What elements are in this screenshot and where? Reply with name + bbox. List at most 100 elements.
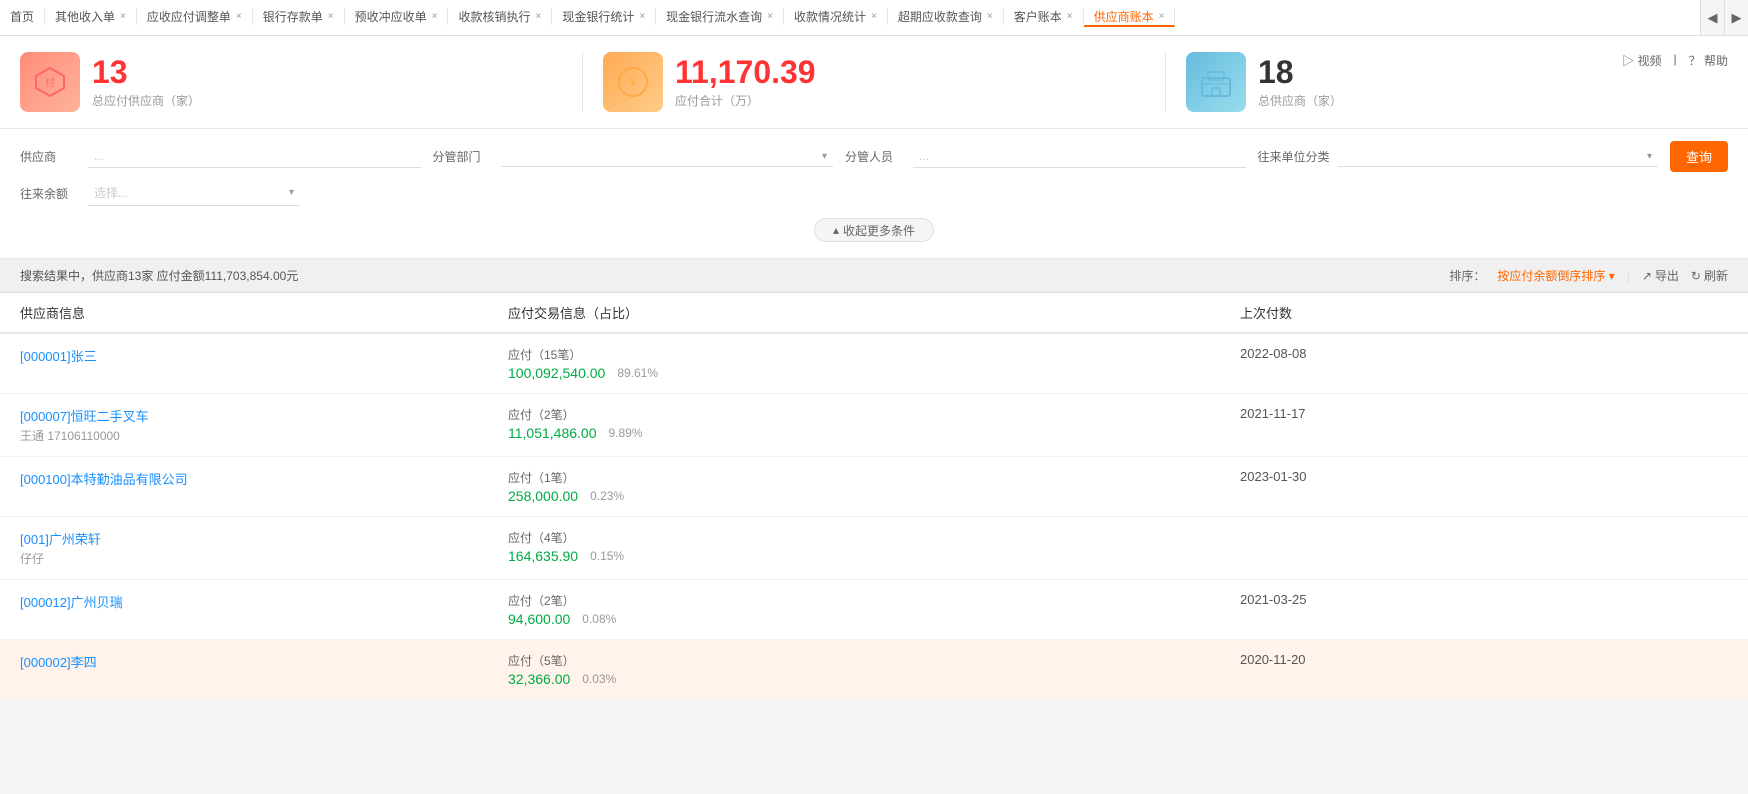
supplier-cell-0: [000001]张三 [20, 346, 508, 365]
tx-pct-0: 89.61% [617, 366, 658, 380]
nav-close-7[interactable]: × [767, 11, 773, 22]
last-payment-4: 2021-03-25 [1240, 592, 1728, 607]
nav-close-5[interactable]: × [535, 11, 541, 22]
table-header: 供应商信息 应付交易信息（占比） 上次付数 [0, 293, 1748, 334]
video-link[interactable]: ▷ 视频 [1622, 52, 1661, 69]
tx-row-5: 32,366.000.03% [508, 671, 1240, 687]
supplier-link-0[interactable]: [000001]张三 [20, 349, 97, 364]
supplier-link-4[interactable]: [000012]广州贝瑞 [20, 595, 123, 610]
nav-close-11[interactable]: × [1159, 11, 1165, 22]
supplier-link-1[interactable]: [000007]恒旺二手叉车 [20, 409, 149, 424]
nav-close-10[interactable]: × [1067, 11, 1073, 22]
nav-item-9[interactable]: 超期应收款查询× [888, 8, 1004, 25]
tx-pct-2: 0.23% [590, 489, 624, 503]
person-filter: 分管人员 [845, 145, 1246, 168]
category-dropdown[interactable]: ▾ [1338, 147, 1658, 167]
table-row: [000007]恒旺二手叉车王通 17106110000应付（2笔） 11,051… [0, 394, 1748, 457]
nav-close-1[interactable]: × [120, 11, 126, 22]
svg-text:付: 付 [45, 76, 55, 89]
tx-pct-1: 9.89% [609, 426, 643, 440]
payable-count: 13 [92, 56, 200, 88]
tx-row-1: 11,051,486.00 9.89% [508, 425, 1240, 441]
supplier-link-5[interactable]: [000002]李四 [20, 655, 97, 670]
balance-dropdown[interactable]: 选择... ▾ [88, 180, 300, 206]
supplier-cell-2: [000100]本特勤油品有限公司 [20, 469, 508, 488]
tx-amount-5[interactable]: 32,366.00 [508, 671, 570, 687]
nav-item-4[interactable]: 预收冲应收单× [345, 8, 449, 25]
query-button[interactable]: 查询 [1670, 141, 1728, 172]
dept-dropdown[interactable]: ▾ [501, 147, 834, 167]
tx-pct-4: 0.08% [582, 612, 616, 626]
tx-label-1: 应付（2笔） [508, 406, 1240, 423]
balance-placeholder: 选择... [94, 184, 289, 201]
category-arrow-icon: ▾ [1647, 151, 1652, 162]
dept-filter: 分管部门 ▾ [433, 147, 834, 167]
supplier-link-3[interactable]: [001]广州荣轩 [20, 532, 101, 547]
nav-close-2[interactable]: × [236, 11, 242, 22]
nav-item-2[interactable]: 应收应付调整单× [137, 8, 253, 25]
nav-item-11[interactable]: 供应商账本× [1084, 8, 1176, 27]
nav-item-7[interactable]: 现金银行流水查询× [656, 8, 784, 25]
nav-close-6[interactable]: × [639, 11, 645, 22]
dept-label: 分管部门 [433, 148, 493, 165]
nav-close-3[interactable]: × [328, 11, 334, 22]
collapse-button[interactable]: ▴ 收起更多条件 [814, 218, 934, 242]
table-row: [000001]张三应付（15笔）100,092,540.0089.61%202… [0, 334, 1748, 394]
nav-close-9[interactable]: × [987, 11, 993, 22]
table-row: [000100]本特勤油品有限公司应付（1笔）258,000.000.23%20… [0, 457, 1748, 517]
export-button[interactable]: ↗ 导出 [1642, 267, 1679, 284]
col-transaction-info: 应付交易信息（占比） [508, 303, 1240, 322]
nav-item-5[interactable]: 收款核销执行× [448, 8, 552, 25]
filter-area: 供应商 分管部门 ▾ 分管人员 往来单位分类 ▾ [0, 129, 1748, 259]
supplier-count: 18 [1258, 56, 1342, 88]
help-area: ▷ 视频 | ？ 帮助 [1622, 52, 1728, 69]
nav-close-8[interactable]: × [871, 11, 877, 22]
tx-cell-5: 应付（5笔）32,366.000.03% [508, 652, 1240, 687]
supplier-contact-1: 王通 17106110000 [20, 427, 508, 444]
help-link[interactable]: ？ 帮助 [1689, 52, 1728, 69]
payable-amount-summary: ¥ 11,170.39 应付合计（万） [603, 52, 1145, 112]
col-last-payment: 上次付数 [1240, 303, 1728, 322]
person-input[interactable] [913, 145, 1246, 168]
svg-text:¥: ¥ [629, 75, 637, 89]
nav-item-3[interactable]: 银行存款单× [253, 8, 345, 25]
nav-close-4[interactable]: × [432, 11, 438, 22]
payable-amount: 11,170.39 [675, 56, 816, 88]
nav-item-10[interactable]: 客户账本× [1004, 8, 1084, 25]
tx-row-0: 100,092,540.00 89.61% [508, 365, 1240, 381]
nav-item-8[interactable]: 收款情况统计× [784, 8, 888, 25]
refresh-button[interactable]: ↻ 刷新 [1691, 267, 1728, 284]
supplier-contact-3: 仔仔 [20, 550, 508, 567]
tx-amount-2[interactable]: 258,000.00 [508, 488, 578, 504]
sort-value[interactable]: 按应付余额倒序排序 ▾ [1497, 267, 1614, 284]
payable-amount-info: 11,170.39 应付合计（万） [675, 56, 816, 109]
summary-bar: 付 13 总应付供应商（家） ¥ 11,170.39 应付合计（万） [0, 36, 1748, 129]
nav-prev-arrow[interactable]: ◀ [1700, 0, 1724, 36]
app-container: 首页其他收入单×应收应付调整单×银行存款单×预收冲应收单×收款核销执行×现金银行… [0, 0, 1748, 700]
filter-row-2: 往来余额 选择... ▾ [20, 180, 1728, 206]
sep: | [1674, 52, 1677, 69]
nav-next-arrow[interactable]: ▶ [1724, 0, 1748, 36]
collapse-label: 收起更多条件 [843, 222, 915, 239]
payable-suppliers-info: 13 总应付供应商（家） [92, 56, 200, 109]
tx-amount-1[interactable]: 11,051,486.00 [508, 425, 597, 441]
tx-pct-3: 0.15% [590, 549, 624, 563]
supplier-link-2[interactable]: [000100]本特勤油品有限公司 [20, 472, 188, 487]
supplier-input[interactable] [88, 145, 421, 168]
table-row: [000002]李四 应付（5笔）32,366.000.03%2020-11-20 [0, 640, 1748, 700]
supplier-icon [1186, 52, 1246, 112]
nav-item-6[interactable]: 现金银行统计× [552, 8, 656, 25]
tx-cell-2: 应付（1笔）258,000.000.23% [508, 469, 1240, 504]
nav-item-0[interactable]: 首页 [0, 8, 45, 25]
divider-actions: | [1627, 269, 1630, 283]
payable-icon: 付 [20, 52, 80, 112]
supplier-filter: 供应商 [20, 145, 421, 168]
payable-amount-label: 应付合计（万） [675, 92, 816, 109]
nav-item-1[interactable]: 其他收入单× [45, 8, 137, 25]
tx-amount-4[interactable]: 94,600.00 [508, 611, 570, 627]
refresh-label: 刷新 [1704, 267, 1728, 284]
last-payment-5: 2020-11-20 [1240, 652, 1728, 667]
tx-amount-0[interactable]: 100,092,540.00 [508, 365, 605, 381]
tx-amount-3[interactable]: 164,635.90 [508, 548, 578, 564]
amount-icon: ¥ [603, 52, 663, 112]
